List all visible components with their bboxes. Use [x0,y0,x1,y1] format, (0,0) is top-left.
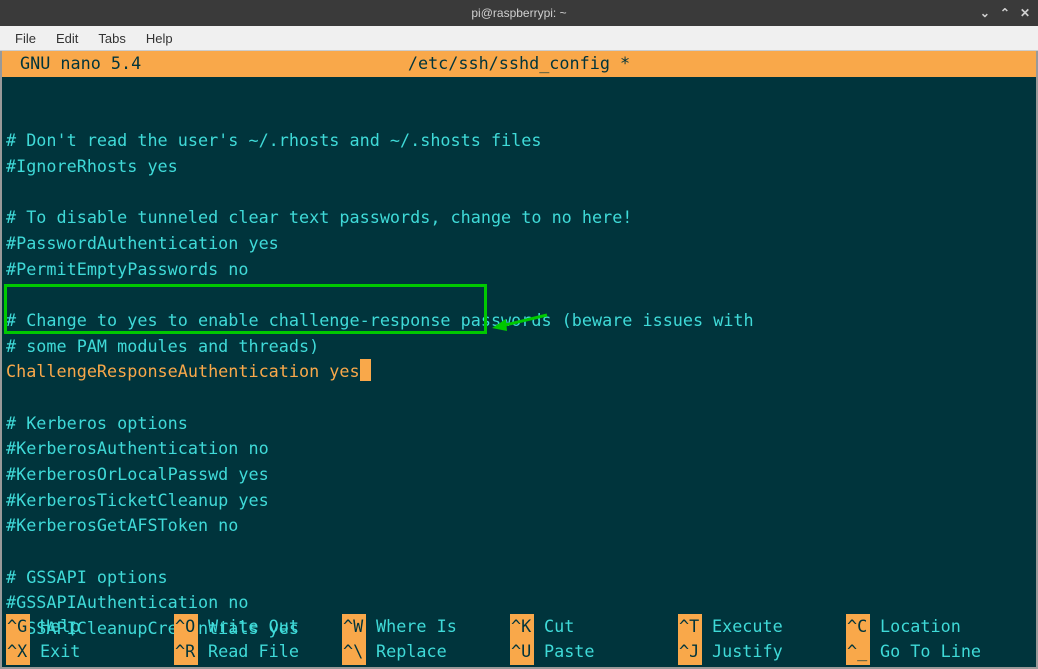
window-title: pi@raspberrypi: ~ [471,6,566,20]
nano-version: GNU nano 5.4 [20,51,141,77]
shortcut-key: ^O [174,614,198,640]
footer-row-2: ^XExit^RRead File^\Replace^UPaste^JJusti… [6,639,1032,665]
editor-line[interactable]: #PermitEmptyPasswords no [6,257,1032,283]
shortcut-label: Help [30,614,80,640]
editor-line[interactable] [6,282,1032,308]
menu-edit[interactable]: Edit [47,28,87,49]
shortcut-key: ^T [678,614,702,640]
editor-text: ChallengeResponseAuthentication yes [6,361,360,381]
editor-line[interactable]: # GSSAPI options [6,565,1032,591]
editor-line[interactable]: #GSSAPIAuthentication no [6,590,1032,616]
footer-shortcut: ^XExit [6,639,174,665]
editor-line[interactable]: #KerberosTicketCleanup yes [6,488,1032,514]
shortcut-key: ^_ [846,639,870,665]
editor-body[interactable]: # Don't read the user's ~/.rhosts and ~/… [2,77,1036,642]
minimize-icon[interactable]: ⌄ [980,6,990,20]
maximize-icon[interactable]: ⌃ [1000,6,1010,20]
footer-shortcut: ^_Go To Line [846,639,1014,665]
shortcut-label: Where Is [366,614,457,640]
footer-shortcut: ^OWrite Out [174,614,342,640]
footer-row-1: ^GHelp^OWrite Out^WWhere Is^KCut^TExecut… [6,614,1032,640]
footer-shortcut: ^\Replace [342,639,510,665]
shortcut-key: ^K [510,614,534,640]
editor-line[interactable]: # some PAM modules and threads) [6,334,1032,360]
menubar: File Edit Tabs Help [0,26,1038,51]
shortcut-label: Cut [534,614,574,640]
nano-footer: ^GHelp^OWrite Out^WWhere Is^KCut^TExecut… [6,614,1032,665]
shortcut-key: ^C [846,614,870,640]
shortcut-label: Exit [30,639,80,665]
shortcut-label: Execute [702,614,783,640]
menu-tabs[interactable]: Tabs [89,28,134,49]
shortcut-key: ^U [510,639,534,665]
shortcut-label: Location [870,614,961,640]
shortcut-key: ^W [342,614,366,640]
editor-line[interactable]: #PasswordAuthentication yes [6,231,1032,257]
shortcut-key: ^J [678,639,702,665]
shortcut-label: Read File [198,639,299,665]
footer-shortcut: ^TExecute [678,614,846,640]
editor-line[interactable]: #IgnoreRhosts yes [6,154,1032,180]
shortcut-label: Paste [534,639,595,665]
editor-line[interactable]: # Don't read the user's ~/.rhosts and ~/… [6,128,1032,154]
footer-shortcut: ^WWhere Is [342,614,510,640]
editor-line[interactable] [6,385,1032,411]
editor-line[interactable]: # Change to yes to enable challenge-resp… [6,308,1032,334]
editor-line[interactable] [6,179,1032,205]
terminal[interactable]: GNU nano 5.4 /etc/ssh/sshd_config * # Do… [0,51,1038,669]
editor-line[interactable]: #KerberosAuthentication no [6,436,1032,462]
editor-line[interactable]: # To disable tunneled clear text passwor… [6,205,1032,231]
editor-line[interactable]: ChallengeResponseAuthentication yes [6,359,1032,385]
text-cursor [360,359,371,381]
nano-filename: /etc/ssh/sshd_config * [2,51,1036,77]
menu-file[interactable]: File [6,28,45,49]
shortcut-label: Replace [366,639,447,665]
footer-shortcut: ^RRead File [174,639,342,665]
menu-help[interactable]: Help [137,28,182,49]
shortcut-label: Write Out [198,614,299,640]
nano-header: GNU nano 5.4 /etc/ssh/sshd_config * [2,51,1036,77]
editor-line[interactable] [6,539,1032,565]
editor-line[interactable]: #KerberosOrLocalPasswd yes [6,462,1032,488]
shortcut-key: ^X [6,639,30,665]
shortcut-key: ^G [6,614,30,640]
shortcut-label: Justify [702,639,783,665]
footer-shortcut: ^CLocation [846,614,1014,640]
editor-line[interactable]: #KerberosGetAFSToken no [6,513,1032,539]
shortcut-key: ^R [174,639,198,665]
footer-shortcut: ^UPaste [510,639,678,665]
shortcut-label: Go To Line [870,639,981,665]
editor-line[interactable]: # Kerberos options [6,411,1032,437]
close-icon[interactable]: ✕ [1020,6,1030,20]
footer-shortcut: ^GHelp [6,614,174,640]
shortcut-key: ^\ [342,639,366,665]
footer-shortcut: ^KCut [510,614,678,640]
window-titlebar: pi@raspberrypi: ~ ⌄ ⌃ ✕ [0,0,1038,26]
footer-shortcut: ^JJustify [678,639,846,665]
